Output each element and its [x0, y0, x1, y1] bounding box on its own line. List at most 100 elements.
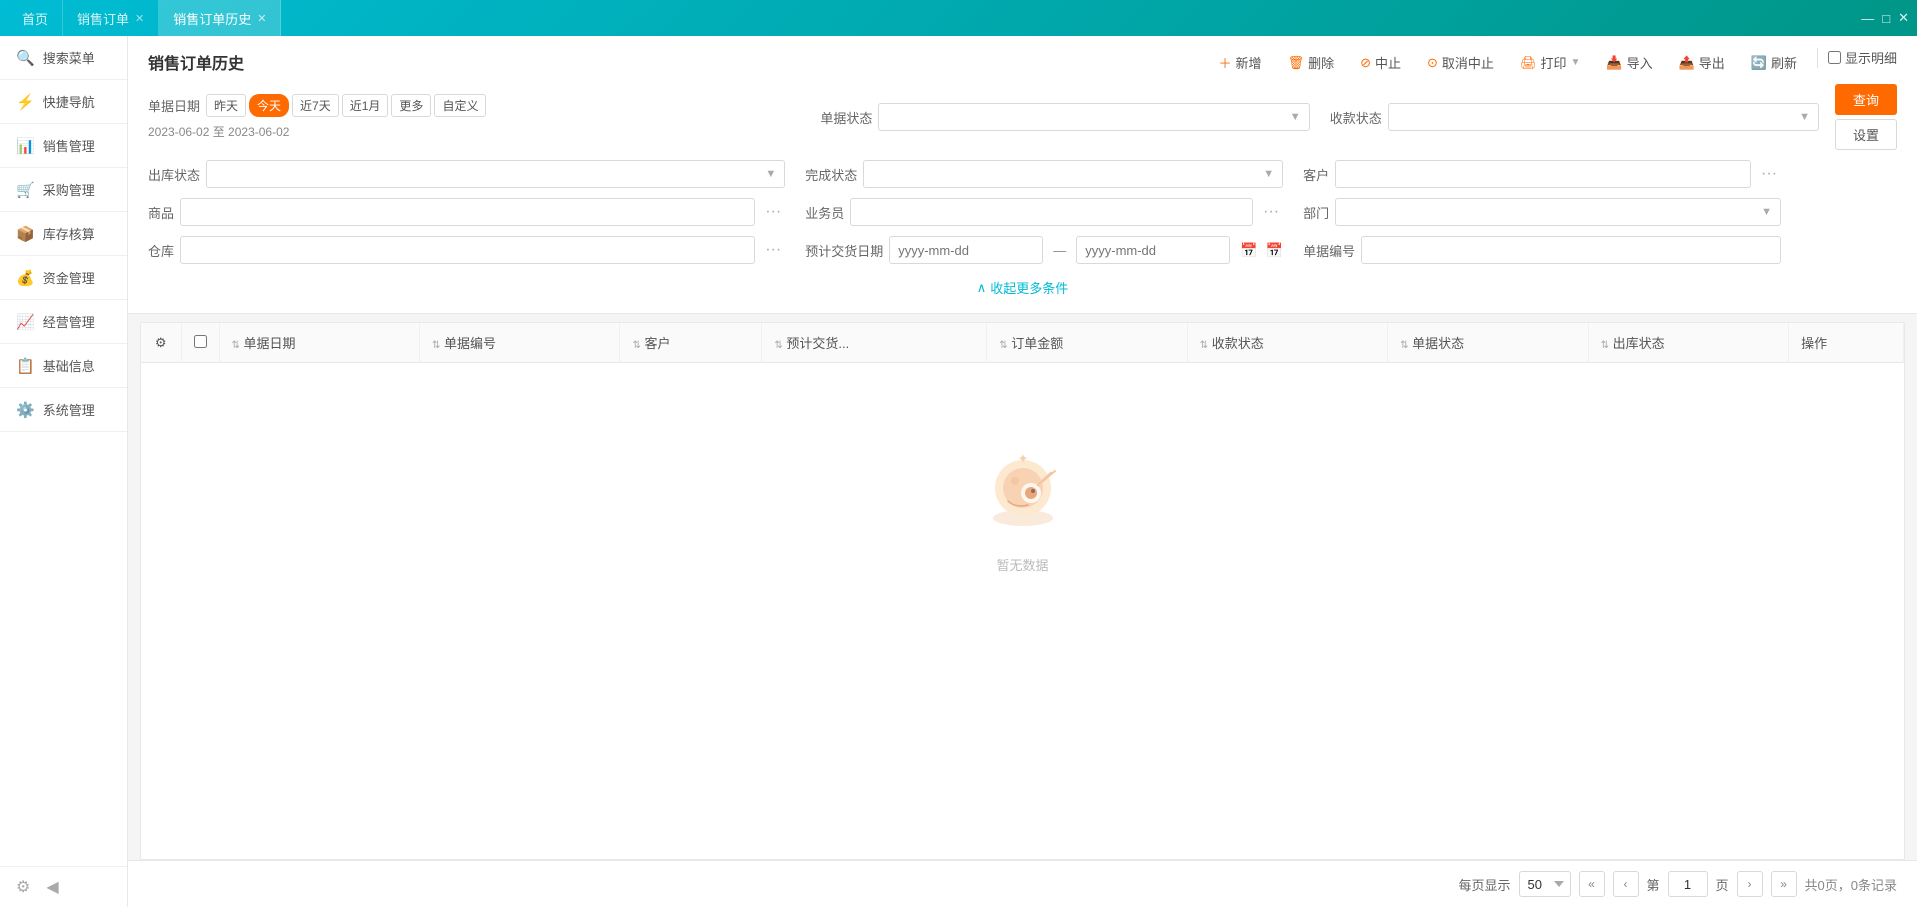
table-settings-col[interactable]: ⚙	[141, 323, 181, 363]
tab-sales-order-history-close[interactable]: ✕	[257, 12, 266, 25]
col-number-icon: ⇅	[432, 340, 440, 351]
new-label: 新增	[1236, 53, 1262, 72]
sidebar-item-basic-info[interactable]: 📋 基础信息	[0, 344, 127, 388]
bill-status-label: 单据状态	[820, 108, 872, 127]
date-btn-yesterday[interactable]: 昨天	[206, 94, 246, 117]
date-btn-custom[interactable]: 自定义	[434, 94, 486, 117]
calendar-icon-to[interactable]: 📅	[1266, 242, 1283, 259]
quick-nav-icon: ⚡	[16, 93, 35, 111]
delivery-date-label: 预计交货日期	[805, 241, 883, 260]
tab-sales-order[interactable]: 销售订单 ✕	[63, 0, 159, 36]
calendar-icon-from[interactable]: 📅	[1240, 242, 1257, 259]
col-amount-icon: ⇅	[999, 340, 1007, 351]
warehouse-input[interactable]	[180, 236, 755, 264]
date-quick-btns: 昨天 今天 近7天 近1月 更多 自定义	[206, 94, 486, 117]
page-number-input[interactable]	[1668, 871, 1708, 897]
query-button[interactable]: 查询	[1835, 84, 1897, 115]
page-title: 销售订单历史	[148, 50, 244, 74]
salesperson-dots[interactable]: ···	[1259, 203, 1283, 221]
sidebar-item-operations-label: 经营管理	[43, 312, 95, 331]
col-customer-label: 客户	[644, 336, 670, 351]
filter-settings-button[interactable]: 设置	[1835, 119, 1897, 150]
sidebar-item-quick-nav-label: 快捷导航	[43, 92, 95, 111]
col-customer-icon: ⇅	[632, 340, 640, 351]
bill-status-select[interactable]: ▼	[878, 103, 1309, 131]
pagination: 每页显示 10 20 50 100 « ‹ 第 页 › » 共0页，0条记录	[128, 860, 1917, 907]
table-checkbox-col[interactable]	[181, 323, 219, 363]
out-status-select[interactable]: ▼	[206, 160, 785, 188]
print-dropdown-icon: ▼	[1570, 57, 1580, 68]
date-btn-today[interactable]: 今天	[249, 94, 289, 117]
export-button[interactable]: 📤 导出	[1669, 48, 1735, 77]
next-page-button[interactable]: ›	[1737, 871, 1763, 897]
page-size-label: 每页显示	[1458, 875, 1510, 894]
salesperson-input[interactable]	[850, 198, 1253, 226]
table-wrapper: ⚙ ⇅ 单据日期 ⇅ 单据编号	[140, 322, 1905, 860]
import-icon: 📥	[1606, 55, 1622, 71]
customer-input[interactable]	[1335, 160, 1751, 188]
cancel-suspend-button[interactable]: ⊙ 取消中止	[1417, 48, 1504, 77]
last-page-button[interactable]: »	[1771, 871, 1797, 897]
product-input[interactable]	[180, 198, 755, 226]
date-btn-more[interactable]: 更多	[391, 94, 431, 117]
bill-number-input[interactable]	[1361, 236, 1781, 264]
date-btn-1month[interactable]: 近1月	[342, 94, 389, 117]
col-date-icon: ⇅	[232, 340, 240, 351]
sidebar-item-sys-mgmt-label: 系统管理	[43, 400, 95, 419]
sidebar-item-inventory[interactable]: 📦 库存核算	[0, 212, 127, 256]
col-number-label: 单据编号	[444, 336, 496, 351]
delivery-date-to[interactable]	[1076, 236, 1230, 264]
page-size-select[interactable]: 10 20 50 100	[1519, 871, 1571, 897]
tab-home[interactable]: 首页	[8, 0, 63, 36]
sidebar-settings-icon[interactable]: ⚙	[16, 877, 30, 897]
select-all-checkbox[interactable]	[194, 335, 207, 348]
payment-status-label: 收款状态	[1330, 108, 1382, 127]
tab-sales-order-history[interactable]: 销售订单历史 ✕	[159, 0, 281, 36]
complete-status-select[interactable]: ▼	[863, 160, 1283, 188]
basic-info-icon: 📋	[16, 357, 35, 375]
sidebar-item-finance[interactable]: 💰 资金管理	[0, 256, 127, 300]
prev-page-button[interactable]: ‹	[1613, 871, 1639, 897]
import-button[interactable]: 📥 导入	[1596, 48, 1662, 77]
maximize-icon[interactable]: □	[1882, 11, 1890, 26]
new-button[interactable]: ＋ 新增	[1209, 48, 1272, 77]
warehouse-dots[interactable]: ···	[761, 241, 785, 259]
customer-dots[interactable]: ···	[1757, 165, 1781, 183]
date-label: 单据日期	[148, 96, 200, 115]
first-page-button[interactable]: «	[1579, 871, 1605, 897]
content-body: ⚙ ⇅ 单据日期 ⇅ 单据编号	[128, 314, 1917, 860]
payment-status-select[interactable]: ▼	[1388, 103, 1819, 131]
complete-status-dropdown-icon: ▼	[1263, 168, 1274, 180]
product-dots[interactable]: ···	[761, 203, 785, 221]
display-detail-checkbox[interactable]	[1828, 51, 1841, 64]
tab-sales-order-close[interactable]: ✕	[135, 12, 144, 25]
department-select[interactable]: ▼	[1335, 198, 1781, 226]
sidebar-item-operations[interactable]: 📈 经营管理	[0, 300, 127, 344]
finance-icon: 💰	[16, 269, 35, 287]
collapse-button[interactable]: ∧ 收起更多条件	[977, 274, 1069, 301]
sidebar-item-sales-mgmt[interactable]: 📊 销售管理	[0, 124, 127, 168]
purchase-mgmt-icon: 🛒	[16, 181, 35, 199]
print-button[interactable]: 🖨 打印 ▼	[1510, 48, 1590, 77]
sidebar-item-sys-mgmt[interactable]: ⚙️ 系统管理	[0, 388, 127, 432]
table-settings-icon[interactable]: ⚙	[155, 335, 167, 350]
minimize-icon[interactable]: —	[1861, 11, 1874, 26]
sidebar-item-purchase-mgmt[interactable]: 🛒 采购管理	[0, 168, 127, 212]
cancel-suspend-label: 取消中止	[1442, 53, 1494, 72]
sys-mgmt-icon: ⚙️	[16, 401, 35, 419]
close-icon[interactable]: ✕	[1898, 10, 1909, 26]
date-btn-7days[interactable]: 近7天	[292, 94, 339, 117]
sidebar-collapse-icon[interactable]: ◀	[46, 877, 58, 897]
suspend-button[interactable]: ⊘ 中止	[1350, 48, 1411, 77]
delete-icon: 🗑	[1288, 55, 1305, 71]
sidebar-item-quick-nav[interactable]: ⚡ 快捷导航	[0, 80, 127, 124]
refresh-icon: 🔄	[1751, 55, 1767, 71]
delete-label: 删除	[1308, 53, 1334, 72]
delete-button[interactable]: 🗑 删除	[1278, 48, 1345, 77]
display-detail-toggle[interactable]: 显示明细	[1828, 48, 1897, 67]
refresh-button[interactable]: 🔄 刷新	[1741, 48, 1807, 77]
sidebar-item-search-menu[interactable]: 🔍 搜索菜单	[0, 36, 127, 80]
table-col-operation: 操作	[1789, 323, 1904, 363]
col-bill-label: 单据状态	[1412, 336, 1464, 351]
delivery-date-from[interactable]	[889, 236, 1043, 264]
